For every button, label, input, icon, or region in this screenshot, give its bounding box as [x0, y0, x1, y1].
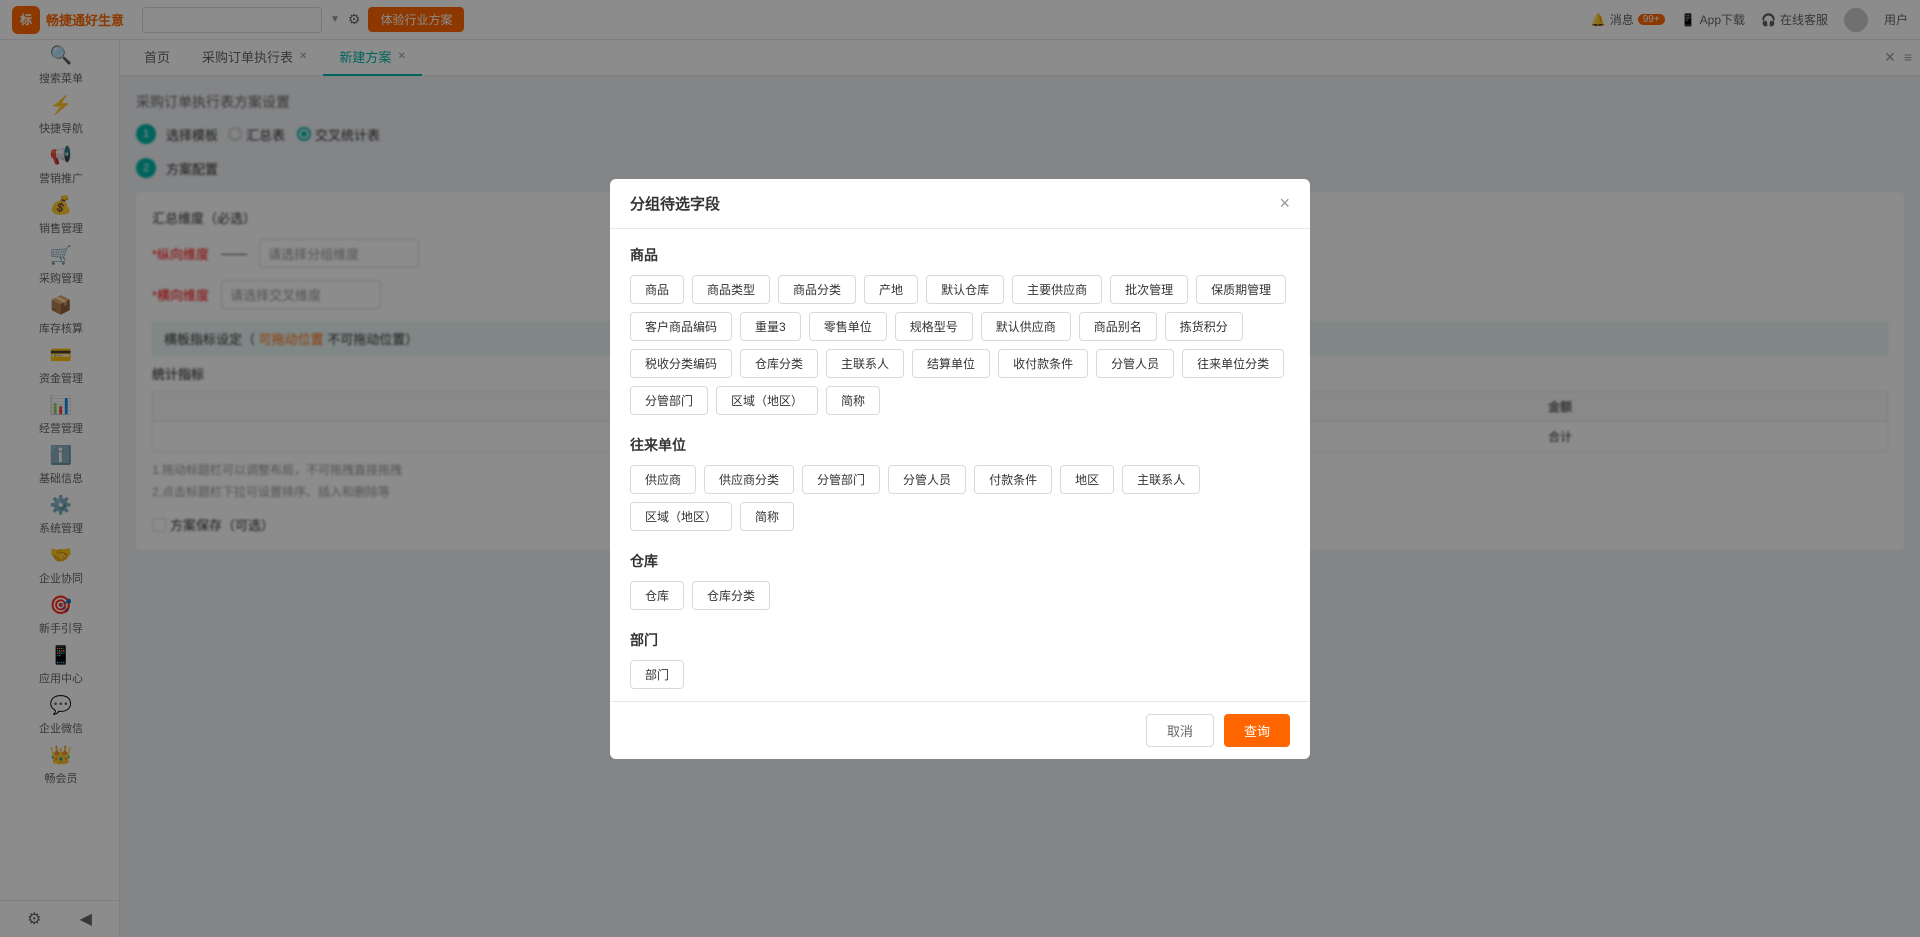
field-tag-goods-alias[interactable]: 商品别名 [1079, 312, 1157, 341]
field-tag-partner-short[interactable]: 简称 [740, 502, 794, 531]
field-tag-main-contact[interactable]: 主联系人 [826, 349, 904, 378]
field-tag-default-warehouse[interactable]: 默认仓库 [926, 275, 1004, 304]
field-tag-goods-type[interactable]: 商品类型 [692, 275, 770, 304]
field-tag-retail-unit[interactable]: 零售单位 [809, 312, 887, 341]
field-tag-partner-supervisor[interactable]: 分管人员 [888, 465, 966, 494]
field-tag-default-supplier[interactable]: 默认供应商 [981, 312, 1071, 341]
field-tag-warehouse-cat[interactable]: 仓库分类 [692, 581, 770, 610]
modal-overlay: 分组待选字段 × 商品 商品 商品类型 商品分类 产地 默认仓库 主要供应商 批… [0, 0, 1920, 937]
field-tag-weight3[interactable]: 重量3 [740, 312, 801, 341]
field-tag-payment-terms[interactable]: 收付款条件 [998, 349, 1088, 378]
field-group-partner-title: 往来单位 [630, 435, 1290, 455]
field-tag-partner-region[interactable]: 区域（地区） [630, 502, 732, 531]
field-group-warehouse-title: 仓库 [630, 551, 1290, 571]
field-tags-warehouse: 仓库 仓库分类 [630, 581, 1290, 610]
field-group-partner: 往来单位 供应商 供应商分类 分管部门 分管人员 付款条件 地区 主联系人 区域… [630, 435, 1290, 531]
field-group-goods-title: 商品 [630, 245, 1290, 265]
field-tag-dept[interactable]: 部门 [630, 660, 684, 689]
field-tag-supervisor[interactable]: 分管人员 [1096, 349, 1174, 378]
field-tag-payment-condition[interactable]: 付款条件 [974, 465, 1052, 494]
modal-footer: 取消 查询 [610, 701, 1310, 759]
modal-title: 分组待选字段 [630, 193, 720, 214]
field-tag-pick-points[interactable]: 拣货积分 [1165, 312, 1243, 341]
field-tags-goods: 商品 商品类型 商品分类 产地 默认仓库 主要供应商 批次管理 保质期管理 客户… [630, 275, 1290, 415]
field-tag-goods[interactable]: 商品 [630, 275, 684, 304]
modal-body: 商品 商品 商品类型 商品分类 产地 默认仓库 主要供应商 批次管理 保质期管理… [610, 229, 1310, 701]
field-tag-supplier-category[interactable]: 供应商分类 [704, 465, 794, 494]
field-tag-customer-code[interactable]: 客户商品编码 [630, 312, 732, 341]
field-tag-batch-mgmt[interactable]: 批次管理 [1110, 275, 1188, 304]
field-tags-partner: 供应商 供应商分类 分管部门 分管人员 付款条件 地区 主联系人 区域（地区） … [630, 465, 1290, 531]
field-tag-settlement-unit[interactable]: 结算单位 [912, 349, 990, 378]
modal-confirm-btn[interactable]: 查询 [1224, 714, 1290, 747]
field-tag-partner-contact[interactable]: 主联系人 [1122, 465, 1200, 494]
field-tag-partner-dept[interactable]: 分管部门 [802, 465, 880, 494]
field-tag-shelf-life[interactable]: 保质期管理 [1196, 275, 1286, 304]
field-tag-warehouse[interactable]: 仓库 [630, 581, 684, 610]
field-tag-tax-code[interactable]: 税收分类编码 [630, 349, 732, 378]
field-tag-supplier[interactable]: 供应商 [630, 465, 696, 494]
field-tag-supervisor-dept[interactable]: 分管部门 [630, 386, 708, 415]
field-group-warehouse: 仓库 仓库 仓库分类 [630, 551, 1290, 610]
field-tag-origin[interactable]: 产地 [864, 275, 918, 304]
field-group-dept-title: 部门 [630, 630, 1290, 650]
field-tags-dept: 部门 [630, 660, 1290, 689]
field-tag-area[interactable]: 地区 [1060, 465, 1114, 494]
modal-header: 分组待选字段 × [610, 179, 1310, 229]
field-group-goods: 商品 商品 商品类型 商品分类 产地 默认仓库 主要供应商 批次管理 保质期管理… [630, 245, 1290, 415]
field-select-modal: 分组待选字段 × 商品 商品 商品类型 商品分类 产地 默认仓库 主要供应商 批… [610, 179, 1310, 759]
field-tag-main-supplier[interactable]: 主要供应商 [1012, 275, 1102, 304]
field-tag-short-name[interactable]: 简称 [826, 386, 880, 415]
modal-cancel-btn[interactable]: 取消 [1146, 714, 1214, 747]
modal-close-btn[interactable]: × [1279, 193, 1290, 214]
field-tag-goods-category[interactable]: 商品分类 [778, 275, 856, 304]
field-tag-warehouse-category[interactable]: 仓库分类 [740, 349, 818, 378]
field-tag-partner-category[interactable]: 往来单位分类 [1182, 349, 1284, 378]
field-tag-spec-model[interactable]: 规格型号 [895, 312, 973, 341]
field-tag-region[interactable]: 区域（地区） [716, 386, 818, 415]
field-group-dept: 部门 部门 [630, 630, 1290, 689]
